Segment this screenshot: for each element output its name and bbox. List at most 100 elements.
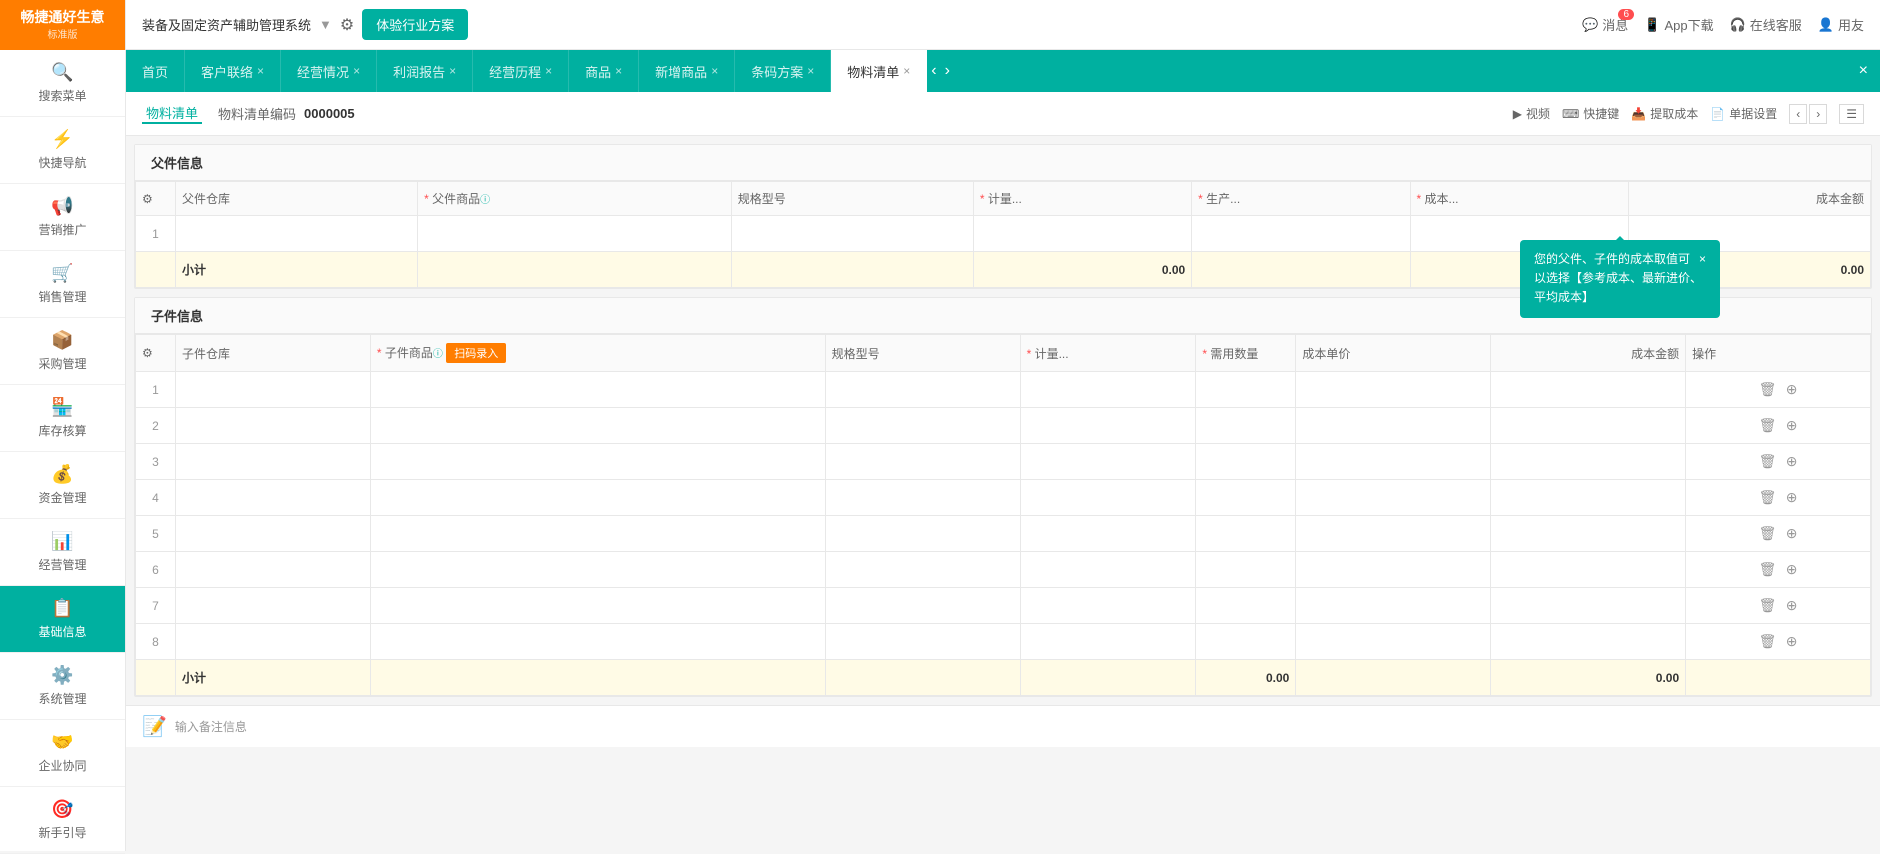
child-cell-unit-cost-2[interactable] — [1296, 408, 1491, 444]
child-cell-qty-5[interactable] — [1196, 516, 1296, 552]
delete-icon-8[interactable]: 🗑 — [1759, 633, 1777, 649]
child-cell-qty-6[interactable] — [1196, 552, 1296, 588]
sidebar-item-search[interactable]: 🔍 搜索菜单 — [0, 50, 125, 117]
child-cell-unit-6[interactable] — [1020, 552, 1196, 588]
child-cell-product-1[interactable] — [370, 372, 825, 408]
nav-prev-arrow[interactable]: ‹ — [927, 62, 940, 80]
tab-operations-close[interactable]: × — [353, 64, 360, 78]
single-setting-action[interactable]: 📄 单据设置 — [1710, 105, 1777, 122]
trial-button[interactable]: 体验行业方案 — [362, 9, 468, 40]
nav-next-arrow[interactable]: › — [941, 62, 954, 80]
child-cell-spec-3[interactable] — [825, 444, 1020, 480]
child-cell-product-2[interactable] — [370, 408, 825, 444]
child-cell-product-8[interactable] — [370, 624, 825, 660]
sidebar-item-system[interactable]: ⚙️ 系统管理 — [0, 653, 125, 720]
copy-icon-5[interactable]: ⊕ — [1786, 525, 1798, 541]
child-cell-unit-cost-5[interactable] — [1296, 516, 1491, 552]
child-cell-warehouse-4[interactable] — [176, 480, 371, 516]
child-cell-warehouse-2[interactable] — [176, 408, 371, 444]
child-cell-spec-6[interactable] — [825, 552, 1020, 588]
copy-icon-4[interactable]: ⊕ — [1786, 489, 1798, 505]
tab-home[interactable]: 首页 — [126, 50, 185, 92]
delete-icon-3[interactable]: 🗑 — [1759, 453, 1777, 469]
tab-profit-close[interactable]: × — [449, 64, 456, 78]
tab-new-product-close[interactable]: × — [711, 64, 718, 78]
child-cell-unit-cost-1[interactable] — [1296, 372, 1491, 408]
child-cell-unit-cost-3[interactable] — [1296, 444, 1491, 480]
copy-icon-3[interactable]: ⊕ — [1786, 453, 1798, 469]
message-button[interactable]: 💬 消息 6 — [1582, 15, 1628, 34]
sidebar-item-marketing[interactable]: 📢 营销推广 — [0, 184, 125, 251]
child-cell-cost-amount-2[interactable] — [1491, 408, 1686, 444]
parent-cell-production-1[interactable] — [1192, 216, 1410, 252]
child-cell-unit-1[interactable] — [1020, 372, 1196, 408]
child-cell-product-4[interactable] — [370, 480, 825, 516]
system-dropdown-icon[interactable]: ▼ — [319, 17, 332, 32]
copy-icon-8[interactable]: ⊕ — [1786, 633, 1798, 649]
next-icon[interactable]: › — [1809, 104, 1827, 124]
tab-new-product[interactable]: 新增商品 × — [639, 50, 735, 92]
child-cell-cost-amount-8[interactable] — [1491, 624, 1686, 660]
child-cell-unit-2[interactable] — [1020, 408, 1196, 444]
tooltip-close-button[interactable]: × — [1699, 250, 1706, 269]
delete-icon-4[interactable]: 🗑 — [1759, 489, 1777, 505]
delete-icon-5[interactable]: 🗑 — [1759, 525, 1777, 541]
tab-customer-close[interactable]: × — [257, 64, 264, 78]
child-cell-warehouse-6[interactable] — [176, 552, 371, 588]
shortcut-action[interactable]: ⌨ 快捷键 — [1562, 105, 1619, 122]
child-cell-spec-2[interactable] — [825, 408, 1020, 444]
child-cell-warehouse-5[interactable] — [176, 516, 371, 552]
child-cell-qty-2[interactable] — [1196, 408, 1296, 444]
child-cell-qty-3[interactable] — [1196, 444, 1296, 480]
sidebar-item-basic[interactable]: 📋 基础信息 — [0, 586, 125, 653]
tab-barcode[interactable]: 条码方案 × — [735, 50, 831, 92]
gear-icon[interactable]: ⚙ — [340, 15, 354, 35]
list-view-icon[interactable]: ☰ — [1839, 104, 1864, 124]
sidebar-item-operations[interactable]: 📊 经营管理 — [0, 519, 125, 586]
page-tab-bom[interactable]: 物料清单 — [142, 103, 202, 124]
child-cell-cost-amount-1[interactable] — [1491, 372, 1686, 408]
tab-operations[interactable]: 经营情况 × — [281, 50, 377, 92]
child-cell-product-5[interactable] — [370, 516, 825, 552]
child-cell-warehouse-3[interactable] — [176, 444, 371, 480]
tab-bom[interactable]: 物料清单 × — [831, 50, 927, 92]
child-cell-warehouse-7[interactable] — [176, 588, 371, 624]
child-cell-unit-8[interactable] — [1020, 624, 1196, 660]
prev-icon[interactable]: ‹ — [1789, 104, 1807, 124]
child-cell-product-3[interactable] — [370, 444, 825, 480]
child-cell-qty-4[interactable] — [1196, 480, 1296, 516]
child-cell-spec-8[interactable] — [825, 624, 1020, 660]
child-cell-cost-amount-4[interactable] — [1491, 480, 1686, 516]
child-cell-product-6[interactable] — [370, 552, 825, 588]
child-cell-warehouse-8[interactable] — [176, 624, 371, 660]
sidebar-item-inventory[interactable]: 🏪 库存核算 — [0, 385, 125, 452]
sidebar-item-purchase[interactable]: 📦 采购管理 — [0, 318, 125, 385]
nav-close-all[interactable]: × — [1847, 62, 1880, 80]
view-action[interactable]: ▶ 视频 — [1513, 105, 1550, 122]
sidebar-item-collab[interactable]: 🤝 企业协同 — [0, 720, 125, 787]
scan-button[interactable]: 扫码录入 — [446, 343, 506, 363]
child-cell-unit-5[interactable] — [1020, 516, 1196, 552]
tab-product[interactable]: 商品 × — [569, 50, 639, 92]
child-cell-cost-amount-5[interactable] — [1491, 516, 1686, 552]
online-support-button[interactable]: 🎧 在线客服 — [1730, 15, 1802, 34]
delete-icon-2[interactable]: 🗑 — [1759, 417, 1777, 433]
copy-icon-2[interactable]: ⊕ — [1786, 417, 1798, 433]
child-cell-cost-amount-3[interactable] — [1491, 444, 1686, 480]
delete-icon-1[interactable]: 🗑 — [1759, 381, 1777, 397]
sidebar-item-guide[interactable]: 🎯 新手引导 — [0, 787, 125, 854]
tab-customer[interactable]: 客户联络 × — [185, 50, 281, 92]
child-cell-unit-7[interactable] — [1020, 588, 1196, 624]
sidebar-item-sales[interactable]: 🛒 销售管理 — [0, 251, 125, 318]
parent-cell-unit-1[interactable] — [973, 216, 1191, 252]
child-cell-qty-1[interactable] — [1196, 372, 1296, 408]
tab-profit[interactable]: 利润报告 × — [377, 50, 473, 92]
copy-icon-7[interactable]: ⊕ — [1786, 597, 1798, 613]
child-cell-qty-7[interactable] — [1196, 588, 1296, 624]
child-cell-spec-5[interactable] — [825, 516, 1020, 552]
copy-icon-1[interactable]: ⊕ — [1786, 381, 1798, 397]
child-cell-cost-amount-6[interactable] — [1491, 552, 1686, 588]
copy-icon-6[interactable]: ⊕ — [1786, 561, 1798, 577]
child-cell-unit-3[interactable] — [1020, 444, 1196, 480]
child-cell-warehouse-1[interactable] — [176, 372, 371, 408]
